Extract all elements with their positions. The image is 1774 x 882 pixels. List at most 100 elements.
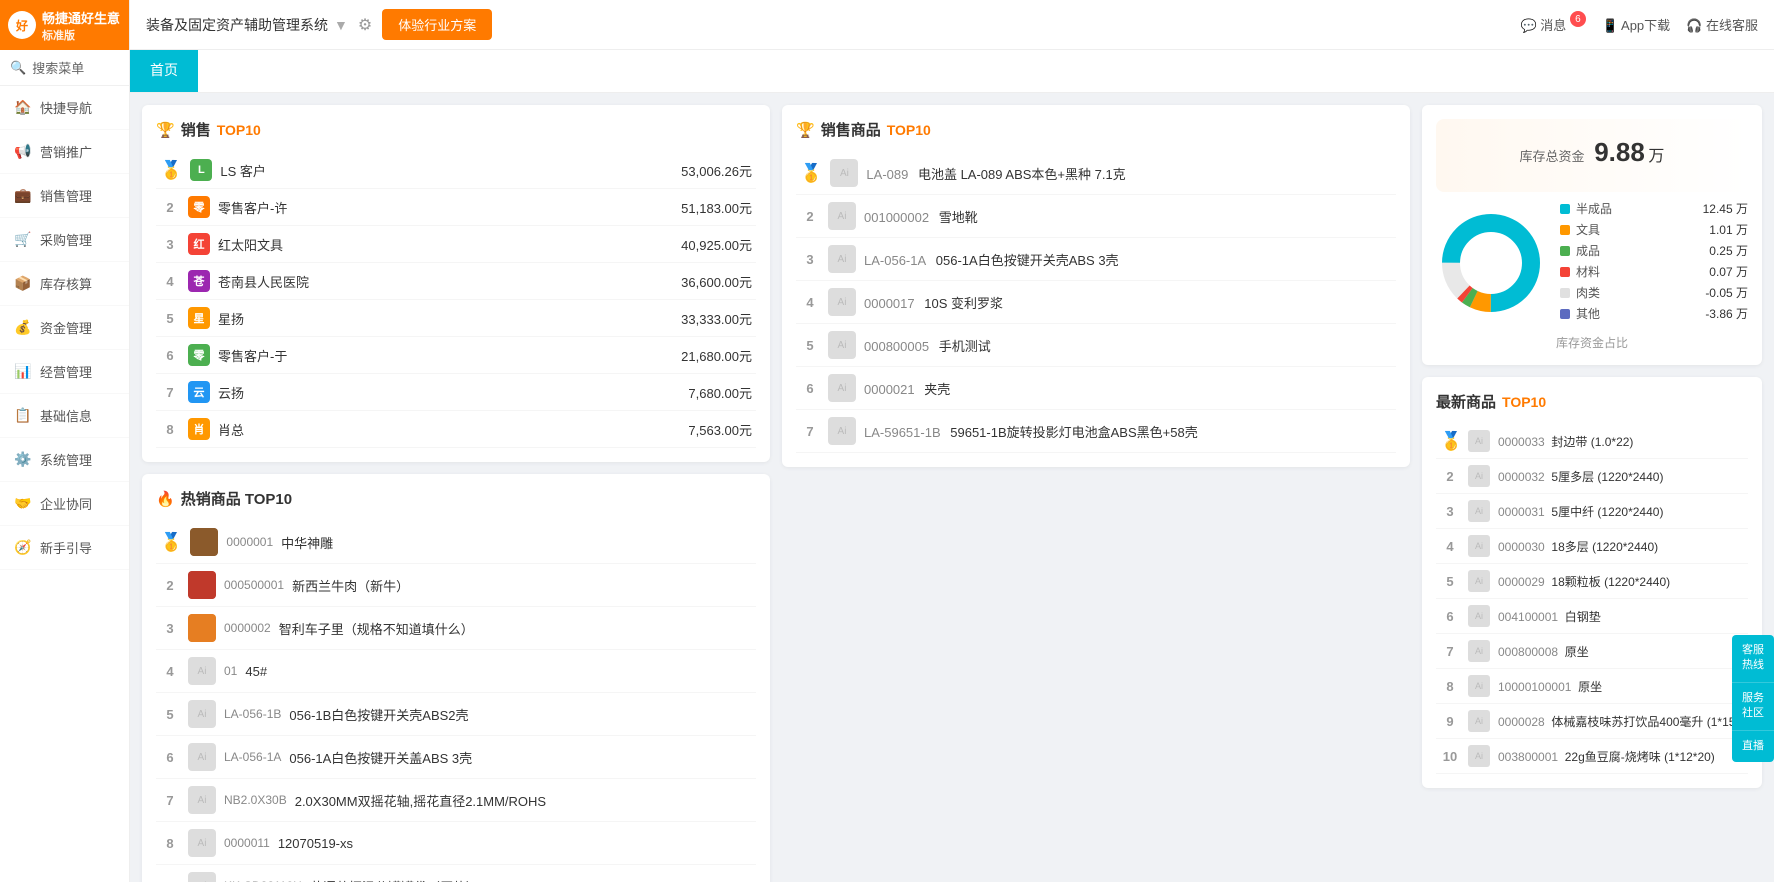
stock-footer: 库存资金占比 [1436, 334, 1748, 351]
msg-badge: 6 [1570, 11, 1586, 27]
top-customers-card: 🏆 销售 TOP10 🥇 L LS 客户 53,006.26元 [142, 105, 770, 462]
customer-name-3: 红太阳文具 [218, 235, 673, 254]
legend-dot-4 [1560, 288, 1570, 298]
hp-name-7: 2.0X30MM双摇花轴,摇花直径2.1MM/ROHS [295, 791, 752, 810]
rank-hp-6: 6 [160, 750, 180, 765]
customer-value-4: 36,600.00元 [681, 272, 752, 291]
rank-hp-2: 2 [160, 578, 180, 593]
service-community-button[interactable]: 服务 社区 [1732, 683, 1774, 731]
new-product-name-3: 0000031 5厘中纤 (1220*2440) [1498, 503, 1744, 520]
new-product-row-7: 7 Ai 000800008 原坐 [1436, 634, 1748, 669]
new-product-row-4: 4 Ai 0000030 18多层 (1220*2440) [1436, 529, 1748, 564]
sold-img-4: Ai [828, 288, 856, 316]
operation-icon: 📊 [14, 363, 32, 381]
hp-code-8: 0000011 [224, 836, 270, 850]
customer-badge-8: 肖 [188, 418, 210, 440]
rank-hp-8: 8 [160, 836, 180, 851]
finance-icon: 💰 [14, 319, 32, 337]
medal-np-1: 🥇 [1440, 431, 1460, 452]
legend-item-3: 材料 0.07 万 [1560, 263, 1748, 280]
online-service-button[interactable]: 🎧 在线客服 [1686, 15, 1758, 34]
topbar-title: 装备及固定资产辅助管理系统 ▼ [146, 15, 348, 35]
hot-products-title: 🔥 热销商品 TOP10 [156, 488, 756, 509]
sold-name-6: 0000021 夹壳 [864, 379, 1392, 398]
legend-dot-5 [1560, 309, 1570, 319]
rank-sp-7: 7 [800, 424, 820, 439]
sidebar-item-inventory[interactable]: 📦 库存核算 [0, 262, 129, 306]
coop-icon: 🤝 [14, 495, 32, 513]
medal-hp-1: 🥇 [160, 532, 182, 553]
hp-code-3: 0000002 [224, 621, 271, 635]
sold-products-card: 🏆 销售商品 TOP10 🥇 Ai LA-089 电池盖 [782, 105, 1410, 467]
rank-num-3: 3 [160, 237, 180, 252]
new-product-img-6: Ai [1468, 605, 1490, 627]
hp-code-4: 01 [224, 664, 237, 678]
sold-products-list: 🥇 Ai LA-089 电池盖 LA-089 ABS本色+黑种 7.1克 2 [796, 152, 1396, 453]
customer-value-5: 33,333.00元 [681, 309, 752, 328]
service-hotline-button[interactable]: 客服 热线 [1732, 635, 1774, 683]
new-product-name-10: 003800001 22g鱼豆腐-烧烤味 (1*12*20) [1498, 748, 1744, 765]
sold-row-2: 2 Ai 001000002 雪地靴 [796, 195, 1396, 238]
sold-row-3: 3 Ai LA-056-1A 056-1A白色按键开关壳ABS 3壳 [796, 238, 1396, 281]
rank-num-5: 5 [160, 311, 180, 326]
rank-np-4: 4 [1440, 539, 1460, 554]
sidebar-item-finance[interactable]: 💰 资金管理 [0, 306, 129, 350]
rank-sp-6: 6 [800, 381, 820, 396]
customer-name-8: 肖总 [218, 420, 680, 439]
new-product-name-9: 0000028 体械嘉枝味苏打饮品400毫升 (1*15) [1498, 713, 1744, 730]
customer-badge-2: 零 [188, 196, 210, 218]
trial-button[interactable]: 体验行业方案 [382, 9, 492, 40]
hp-name-4: 45# [245, 664, 752, 679]
customer-badge-6: 零 [188, 344, 210, 366]
rank-hp-9: 9 [160, 879, 180, 882]
search-menu[interactable]: 🔍 搜索菜单 [0, 50, 129, 86]
sold-row-1: 🥇 Ai LA-089 电池盖 LA-089 ABS本色+黑种 7.1克 [796, 152, 1396, 195]
legend-item-0: 半成品 12.45 万 [1560, 200, 1748, 217]
customer-value-7: 7,680.00元 [688, 383, 752, 402]
sidebar-item-purchase[interactable]: 🛒 采购管理 [0, 218, 129, 262]
new-product-img-5: Ai [1468, 570, 1490, 592]
sidebar-item-operation[interactable]: 📊 经营管理 [0, 350, 129, 394]
sold-row-6: 6 Ai 0000021 夹壳 [796, 367, 1396, 410]
hot-product-row-3: 3 0000002 智利车子里（规格不知道填什么） [156, 607, 756, 650]
topbar-gear-icon[interactable]: ⚙ [358, 15, 372, 35]
rank-np-3: 3 [1440, 504, 1460, 519]
rank-num-7: 7 [160, 385, 180, 400]
new-product-img-10: Ai [1468, 745, 1490, 767]
legend-item-4: 肉类 -0.05 万 [1560, 284, 1748, 301]
sold-img-2: Ai [828, 202, 856, 230]
service-live-button[interactable]: 直播 [1732, 731, 1774, 762]
sidebar-item-guide[interactable]: 🧭 新手引导 [0, 526, 129, 570]
rank-num-6: 6 [160, 348, 180, 363]
legend-item-5: 其他 -3.86 万 [1560, 305, 1748, 322]
stock-donut: 半成品 12.45 万 文具 1.01 万 成品 0.25 万 [1436, 200, 1748, 326]
new-product-row-9: 9 Ai 0000028 体械嘉枝味苏打饮品400毫升 (1*15) [1436, 704, 1748, 739]
app-download-button[interactable]: 📱 App下载 [1602, 15, 1670, 34]
sidebar-item-coop[interactable]: 🤝 企业协同 [0, 482, 129, 526]
product-img-3 [188, 614, 216, 642]
new-product-row-8: 8 Ai 10000100001 原坐 [1436, 669, 1748, 704]
sidebar-item-quick-nav[interactable]: 🏠 快捷导航 [0, 86, 129, 130]
customer-value-3: 40,925.00元 [681, 235, 752, 254]
sidebar-logo: 好 畅捷通好生意 标准版 [0, 0, 129, 50]
sidebar-item-basic-info[interactable]: 📋 基础信息 [0, 394, 129, 438]
customer-name-7: 云扬 [218, 383, 680, 402]
rank-np-10: 10 [1440, 749, 1460, 764]
sidebar-item-marketing[interactable]: 📢 营销推广 [0, 130, 129, 174]
topbar: 装备及固定资产辅助管理系统 ▼ ⚙ 体验行业方案 💬 消息 6 📱 App下载 … [130, 0, 1774, 50]
sold-img-5: Ai [828, 331, 856, 359]
chevron-down-icon[interactable]: ▼ [334, 17, 348, 33]
new-product-img-7: Ai [1468, 640, 1490, 662]
legend-dot-0 [1560, 204, 1570, 214]
customer-badge-1: L [190, 159, 212, 181]
rank-hp-4: 4 [160, 664, 180, 679]
tab-home[interactable]: 首页 [130, 50, 198, 92]
new-product-img-1: Ai [1468, 430, 1490, 452]
rank-num-2: 2 [160, 200, 180, 215]
hp-code-2: 000500001 [224, 578, 284, 592]
message-button[interactable]: 💬 消息 6 [1520, 15, 1585, 34]
sidebar-item-sales[interactable]: 💼 销售管理 [0, 174, 129, 218]
new-product-row-3: 3 Ai 0000031 5厘中纤 (1220*2440) [1436, 494, 1748, 529]
sidebar-item-system[interactable]: ⚙️ 系统管理 [0, 438, 129, 482]
hp-code-6: LA-056-1A [224, 750, 281, 764]
